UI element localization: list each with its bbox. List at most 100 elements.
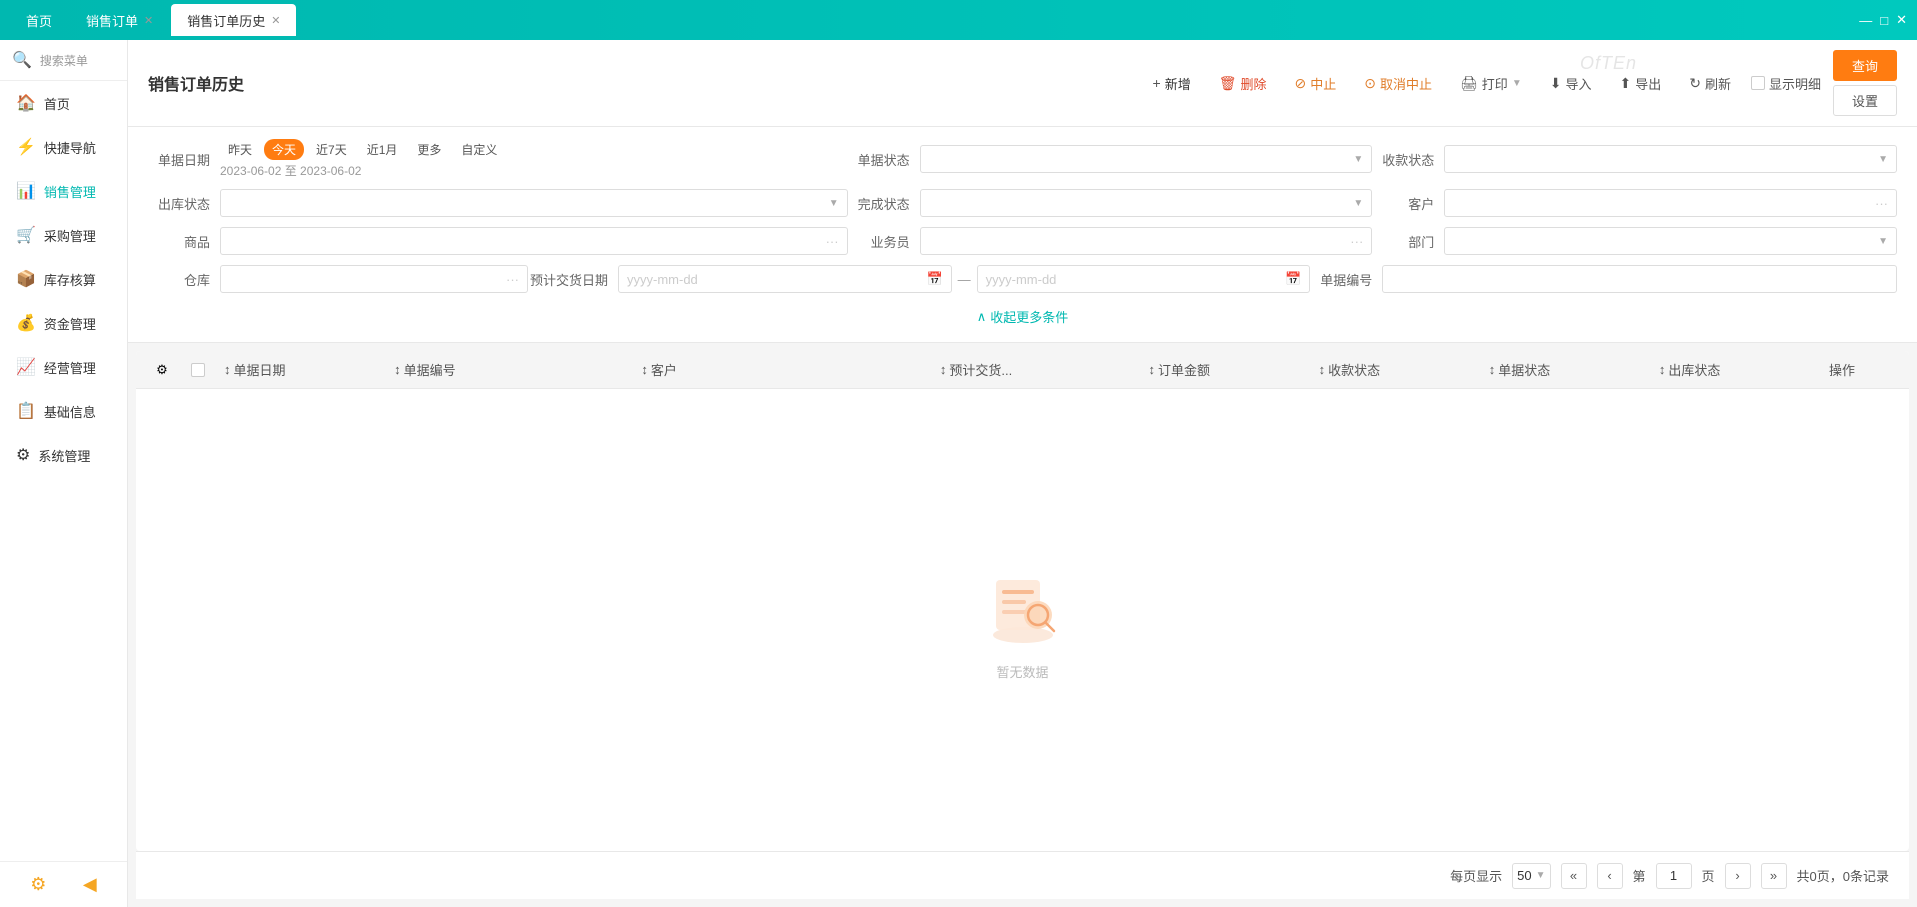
doc-status-label: 单据状态 (848, 150, 920, 169)
sidebar-item-home[interactable]: 🏠 首页 (0, 81, 127, 125)
cancel-stop-button[interactable]: ⊙ 取消中止 (1356, 70, 1440, 97)
doc-status-arrow-icon: ▼ (1353, 154, 1363, 165)
date-control: 昨天 今天 近7天 近1月 更多 自定义 2023-06-02 至 2023-0… (220, 139, 848, 179)
goods-input[interactable]: ··· (220, 227, 848, 255)
doc-number-control[interactable] (1382, 265, 1897, 293)
sidebar-item-quicknav[interactable]: ⚡ 快捷导航 (0, 125, 127, 169)
th-date-text: 单据日期 (234, 360, 286, 379)
main-layout: 🔍 搜索菜单 🏠 首页 ⚡ 快捷导航 📊 销售管理 🛒 采购管理 📦 库存核算 … (0, 40, 1917, 907)
date-tag-today[interactable]: 今天 (264, 139, 304, 160)
doc-number-input[interactable] (1382, 265, 1897, 293)
collapse-icon: ∧ (977, 309, 987, 325)
doc-status-select[interactable]: ▼ (920, 145, 1373, 173)
new-button[interactable]: + 新增 (1145, 70, 1199, 97)
setting-button[interactable]: 设置 (1833, 85, 1897, 116)
sidebar-item-system-label: 系统管理 (38, 446, 90, 465)
warehouse-input[interactable]: ··· (220, 265, 528, 293)
delivery-date-from[interactable]: yyyy-mm-dd 📅 (618, 265, 952, 293)
date-tag-7days[interactable]: 近7天 (308, 139, 355, 160)
filter-doc-status: 单据状态 ▼ (848, 145, 1373, 173)
doc-status-control[interactable]: ▼ (920, 145, 1373, 173)
warehouse-control[interactable]: ··· (220, 265, 528, 293)
calendar-from-icon: 📅 (926, 271, 942, 287)
import-button[interactable]: ⬇ 导入 (1542, 70, 1600, 97)
sidebar-collapse-icon[interactable]: ◀ (83, 874, 97, 895)
th-settings[interactable]: ⚙ (144, 362, 180, 378)
next-page-button[interactable]: › (1725, 863, 1751, 889)
customer-input[interactable]: ··· (1444, 189, 1897, 217)
th-checkbox[interactable] (180, 363, 216, 377)
th-delivery-text: 预计交货... (949, 360, 1012, 379)
tab-sales-order[interactable]: 销售订单 ✕ (70, 4, 169, 36)
print-button[interactable]: 🖨 打印 ▼ (1452, 70, 1530, 97)
pay-status-control[interactable]: ▼ (1444, 145, 1897, 173)
search-button[interactable]: 查询 (1833, 50, 1897, 81)
sidebar-item-business[interactable]: 📈 经营管理 (0, 345, 127, 389)
salesman-control[interactable]: ··· (920, 227, 1373, 255)
display-detail-checkbox[interactable]: 显示明细 (1751, 74, 1821, 93)
first-page-button[interactable]: « (1561, 863, 1587, 889)
page-input[interactable] (1656, 863, 1692, 889)
page-size-select[interactable]: 50 ▼ (1512, 863, 1550, 889)
warehouse-label: 仓库 (148, 270, 220, 289)
window-controls: — □ ✕ (1859, 12, 1907, 28)
date-tag-1month[interactable]: 近1月 (359, 139, 406, 160)
th-operation: 操作 (1821, 360, 1901, 379)
close-window-icon[interactable]: ✕ (1896, 12, 1907, 28)
stop-button[interactable]: ⊘ 中止 (1287, 70, 1345, 97)
last-page-button[interactable]: » (1761, 863, 1787, 889)
filter-warehouse: 仓库 ··· (148, 265, 528, 293)
sidebar-item-sales-label: 销售管理 (44, 182, 96, 201)
sidebar-item-finance-label: 资金管理 (44, 314, 96, 333)
dept-control[interactable]: ▼ (1444, 227, 1897, 255)
tab-home[interactable]: 首页 (10, 4, 68, 36)
date-tag-more[interactable]: 更多 (409, 139, 449, 160)
collapse-row[interactable]: ∧ 收起更多条件 (148, 303, 1897, 330)
complete-status-control[interactable]: ▼ (920, 189, 1373, 217)
delivery-date-to[interactable]: yyyy-mm-dd 📅 (977, 265, 1311, 293)
collapse-label: 收起更多条件 (990, 307, 1068, 326)
date-tag-yesterday[interactable]: 昨天 (220, 139, 260, 160)
tab-sales-order-history-close[interactable]: ✕ (271, 14, 280, 27)
export-button[interactable]: ⬆ 导出 (1611, 70, 1669, 97)
maximize-icon[interactable]: □ (1880, 13, 1888, 28)
sidebar-item-finance[interactable]: 💰 资金管理 (0, 301, 127, 345)
import-label: 导入 (1565, 74, 1591, 93)
sidebar-item-sales[interactable]: 📊 销售管理 (0, 169, 127, 213)
dept-select[interactable]: ▼ (1444, 227, 1897, 255)
sidebar-settings-icon[interactable]: ⚙ (30, 874, 46, 895)
refresh-button[interactable]: ↻ 刷新 (1681, 70, 1739, 97)
tab-sales-order-label: 销售订单 (86, 11, 138, 30)
out-status-select[interactable]: ▼ (220, 189, 848, 217)
complete-status-select[interactable]: ▼ (920, 189, 1373, 217)
date-range-text: 2023-06-02 至 2023-06-02 (220, 162, 505, 179)
empty-icon (978, 560, 1068, 650)
prev-page-button[interactable]: ‹ (1597, 863, 1623, 889)
header-checkbox[interactable] (191, 363, 205, 377)
out-status-arrow-icon: ▼ (829, 198, 839, 209)
print-icon: 🖨 (1460, 75, 1478, 92)
tab-sales-order-history[interactable]: 销售订单历史 ✕ (171, 4, 296, 36)
filter-out-status: 出库状态 ▼ (148, 189, 848, 217)
sidebar-item-purchase[interactable]: 🛒 采购管理 (0, 213, 127, 257)
table-settings-icon[interactable]: ⚙ (156, 362, 168, 378)
minimize-icon[interactable]: — (1859, 13, 1872, 28)
sidebar-item-inventory[interactable]: 📦 库存核算 (0, 257, 127, 301)
salesman-input[interactable]: ··· (920, 227, 1373, 255)
goods-control[interactable]: ··· (220, 227, 848, 255)
top-bar: 首页 销售订单 ✕ 销售订单历史 ✕ — □ ✕ (0, 0, 1917, 40)
filter-row-2: 出库状态 ▼ 完成状态 ▼ (148, 189, 1897, 217)
detail-checkbox-input[interactable] (1751, 76, 1765, 90)
tab-sales-order-close[interactable]: ✕ (144, 14, 153, 27)
sidebar-search[interactable]: 🔍 搜索菜单 (0, 40, 127, 81)
date-tag-custom[interactable]: 自定义 (453, 139, 505, 160)
sidebar-item-basicinfo[interactable]: 📋 基础信息 (0, 389, 127, 433)
out-status-control[interactable]: ▼ (220, 189, 848, 217)
sidebar-item-system[interactable]: ⚙ 系统管理 (0, 433, 127, 477)
pay-status-select[interactable]: ▼ (1444, 145, 1897, 173)
customer-control[interactable]: ··· (1444, 189, 1897, 217)
th-pay-status: ↕ 收款状态 (1311, 360, 1481, 379)
sidebar: 🔍 搜索菜单 🏠 首页 ⚡ 快捷导航 📊 销售管理 🛒 采购管理 📦 库存核算 … (0, 40, 128, 907)
th-customer-sort: ↕ (641, 362, 648, 377)
delete-button[interactable]: 🗑 删除 (1211, 70, 1275, 97)
